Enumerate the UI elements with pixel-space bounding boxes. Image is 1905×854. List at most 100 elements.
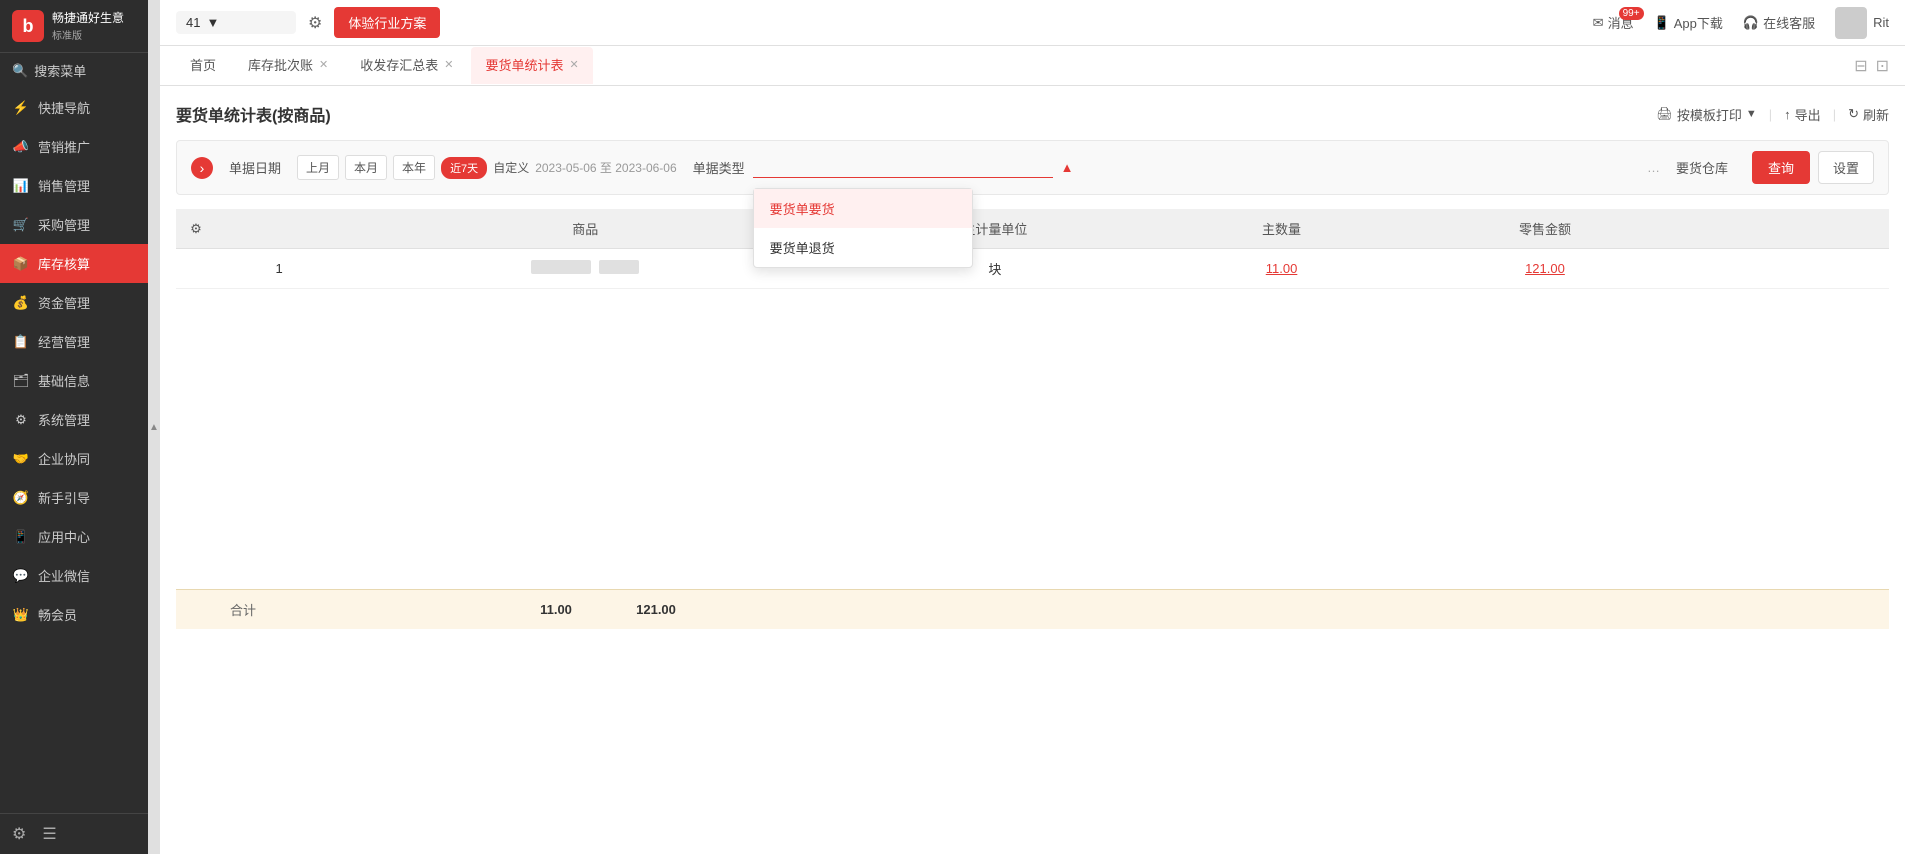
page-header: 要货单统计表(按商品) 🖨 按模板打印 ▼ | ↑ 导出 | ↻ xyxy=(176,102,1889,126)
tab-home[interactable]: 首页 xyxy=(176,47,230,84)
sidebar-item-quick-nav[interactable]: ⚡ 快捷导航 xyxy=(0,88,148,127)
settings-bottom-icon[interactable]: ⚙ xyxy=(12,824,26,844)
brand-sub: 标准版 xyxy=(52,27,124,42)
tab-receive-summary[interactable]: 收发存汇总表 ✕ xyxy=(346,47,467,84)
app-download-label: App下载 xyxy=(1674,13,1723,32)
refresh-icon: ↻ xyxy=(1848,106,1859,122)
sidebar-search[interactable]: 🔍 搜索菜单 xyxy=(0,53,148,88)
user-group[interactable]: Rit xyxy=(1835,7,1889,39)
sidebar-item-app-center[interactable]: 📱 应用中心 xyxy=(0,517,148,556)
date-year-btn[interactable]: 本年 xyxy=(393,155,435,180)
tab-close-receive-summary[interactable]: ✕ xyxy=(444,58,453,71)
brand-name: 畅捷通好生意 xyxy=(52,10,124,27)
purchase-icon: 🛒 xyxy=(12,216,30,234)
date-up-btn[interactable]: 上月 xyxy=(297,155,339,180)
date-filter-label: 单据日期 xyxy=(229,158,281,177)
date-current-btn[interactable]: 本月 xyxy=(345,155,387,180)
row-extra2-cell xyxy=(1789,249,1889,289)
col-amount: 零售金额 xyxy=(1402,209,1689,249)
online-service-group[interactable]: 🎧 在线客服 xyxy=(1743,13,1815,32)
refresh-btn[interactable]: ↻ 刷新 xyxy=(1848,105,1889,124)
row-index-cell: 1 xyxy=(216,249,342,289)
footer-amount-total: 121.00 xyxy=(606,602,706,617)
sidebar-item-basic[interactable]: 🗂 基础信息 xyxy=(0,361,148,400)
store-selector[interactable]: 41 ▼ xyxy=(176,11,296,34)
sidebar-item-inventory[interactable]: 📦 库存核算 xyxy=(0,244,148,283)
topbar: 41 ▼ ⚙ 体验行业方案 ✉ 消息 99+ 📱 App下载 🎧 在线客服 Ri… xyxy=(160,0,1905,46)
basic-icon: 🗂 xyxy=(12,372,30,390)
print-btn[interactable]: 🖨 按模板打印 ▼ xyxy=(1656,105,1756,124)
tab-close-inventory-batch[interactable]: ✕ xyxy=(319,58,328,71)
date-range-display: 2023-05-06 至 2023-06-06 xyxy=(535,159,676,176)
page-content: 要货单统计表(按商品) 🖨 按模板打印 ▼ | ↑ 导出 | ↻ xyxy=(160,86,1905,854)
sidebar-item-wechat[interactable]: 💬 企业微信 xyxy=(0,556,148,595)
doc-type-arrow-icon[interactable]: ▲ xyxy=(1061,160,1074,175)
doc-type-input[interactable] xyxy=(753,158,1053,178)
page-actions: 🖨 按模板打印 ▼ | ↑ 导出 | ↻ 刷新 xyxy=(1656,105,1889,124)
amount-value[interactable]: 121.00 xyxy=(1525,261,1565,276)
sidebar-item-operation[interactable]: 📋 经营管理 xyxy=(0,322,148,361)
sidebar-item-purchase[interactable]: 🛒 采购管理 xyxy=(0,205,148,244)
query-btn[interactable]: 查询 xyxy=(1752,151,1810,184)
row-qty-cell[interactable]: 11.00 xyxy=(1161,249,1401,289)
app-center-icon: 📱 xyxy=(12,528,30,546)
print-dropdown-icon: ▼ xyxy=(1746,108,1757,120)
trial-btn[interactable]: 体验行业方案 xyxy=(334,7,440,38)
tab-label: 收发存汇总表 xyxy=(360,55,438,74)
date-custom-btn[interactable]: 自定义 xyxy=(493,159,529,176)
sidebar-item-label: 新手引导 xyxy=(38,488,90,507)
page-title: 要货单统计表(按商品) xyxy=(176,102,331,126)
col-extra1 xyxy=(1688,209,1788,249)
sidebar-collapse-handle[interactable]: ▲ xyxy=(148,0,160,854)
topbar-settings-icon[interactable]: ⚙ xyxy=(308,13,322,33)
doc-type-group: 单据类型 ▲ 要货单要货 要货单退货 xyxy=(693,158,1631,178)
date-week7-btn[interactable]: 近7天 xyxy=(441,157,487,179)
sidebar-bottom: ⚙ ☰ xyxy=(0,813,148,854)
tab-close-order-stats[interactable]: ✕ xyxy=(570,58,579,71)
app-download-group[interactable]: 📱 App下载 xyxy=(1654,13,1723,32)
guide-icon: 🧭 xyxy=(12,489,30,507)
dropdown-item-order-goods[interactable]: 要货单要货 xyxy=(754,189,972,228)
sidebar-item-label: 资金管理 xyxy=(38,293,90,312)
settings-filter-btn[interactable]: 设置 xyxy=(1818,151,1874,184)
print-icon: 🖨 xyxy=(1656,106,1673,122)
col-settings[interactable]: ⚙ xyxy=(176,209,216,249)
qty-value[interactable]: 11.00 xyxy=(1266,261,1298,276)
member-icon: 👑 xyxy=(12,606,30,624)
marketing-icon: 📣 xyxy=(12,138,30,156)
sidebar-item-marketing[interactable]: 📣 营销推广 xyxy=(0,127,148,166)
warehouse-filter-group: 要货仓库 xyxy=(1676,158,1728,177)
messages-group[interactable]: ✉ 消息 99+ xyxy=(1593,13,1634,32)
tabbar-minimize-icon[interactable]: ⊟ xyxy=(1854,56,1867,76)
tab-inventory-batch[interactable]: 库存批次账 ✕ xyxy=(234,47,342,84)
footer-qty-total: 11.00 xyxy=(506,602,606,617)
tab-order-stats[interactable]: 要货单统计表 ✕ xyxy=(471,47,592,84)
row-amount-cell[interactable]: 121.00 xyxy=(1402,249,1689,289)
tabbar-expand-icon[interactable]: ⊡ xyxy=(1876,56,1889,76)
username-label: Rit xyxy=(1873,15,1889,30)
divider2: | xyxy=(1833,107,1836,122)
export-label: 导出 xyxy=(1795,105,1821,124)
sidebar-item-system[interactable]: ⚙ 系统管理 xyxy=(0,400,148,439)
store-dropdown-icon: ▼ xyxy=(206,15,219,30)
page-container: 要货单统计表(按商品) 🖨 按模板打印 ▼ | ↑ 导出 | ↻ xyxy=(160,86,1905,854)
sidebar-item-finance[interactable]: 💰 资金管理 xyxy=(0,283,148,322)
refresh-label: 刷新 xyxy=(1863,105,1889,124)
main-area: 41 ▼ ⚙ 体验行业方案 ✉ 消息 99+ 📱 App下载 🎧 在线客服 Ri… xyxy=(160,0,1905,854)
sidebar-item-label: 营销推广 xyxy=(38,137,90,156)
filter-expand-btn[interactable]: › xyxy=(191,157,213,179)
sidebar-item-label: 快捷导航 xyxy=(38,98,90,117)
sidebar-item-guide[interactable]: 🧭 新手引导 xyxy=(0,478,148,517)
export-btn[interactable]: ↑ 导出 xyxy=(1784,105,1821,124)
menu-toggle-icon[interactable]: ☰ xyxy=(42,824,56,844)
footer-label: 合计 xyxy=(230,600,256,619)
dropdown-item-order-return[interactable]: 要货单退货 xyxy=(754,228,972,267)
finance-icon: 💰 xyxy=(12,294,30,312)
filter-more-btn[interactable]: … xyxy=(1647,160,1660,175)
sidebar-item-member[interactable]: 👑 畅会员 xyxy=(0,595,148,634)
tab-label: 要货单统计表 xyxy=(485,55,563,74)
sidebar-item-label: 企业协同 xyxy=(38,449,90,468)
row-settings-cell xyxy=(176,249,216,289)
sidebar-item-enterprise[interactable]: 🤝 企业协同 xyxy=(0,439,148,478)
sidebar-item-sales[interactable]: 📊 销售管理 xyxy=(0,166,148,205)
